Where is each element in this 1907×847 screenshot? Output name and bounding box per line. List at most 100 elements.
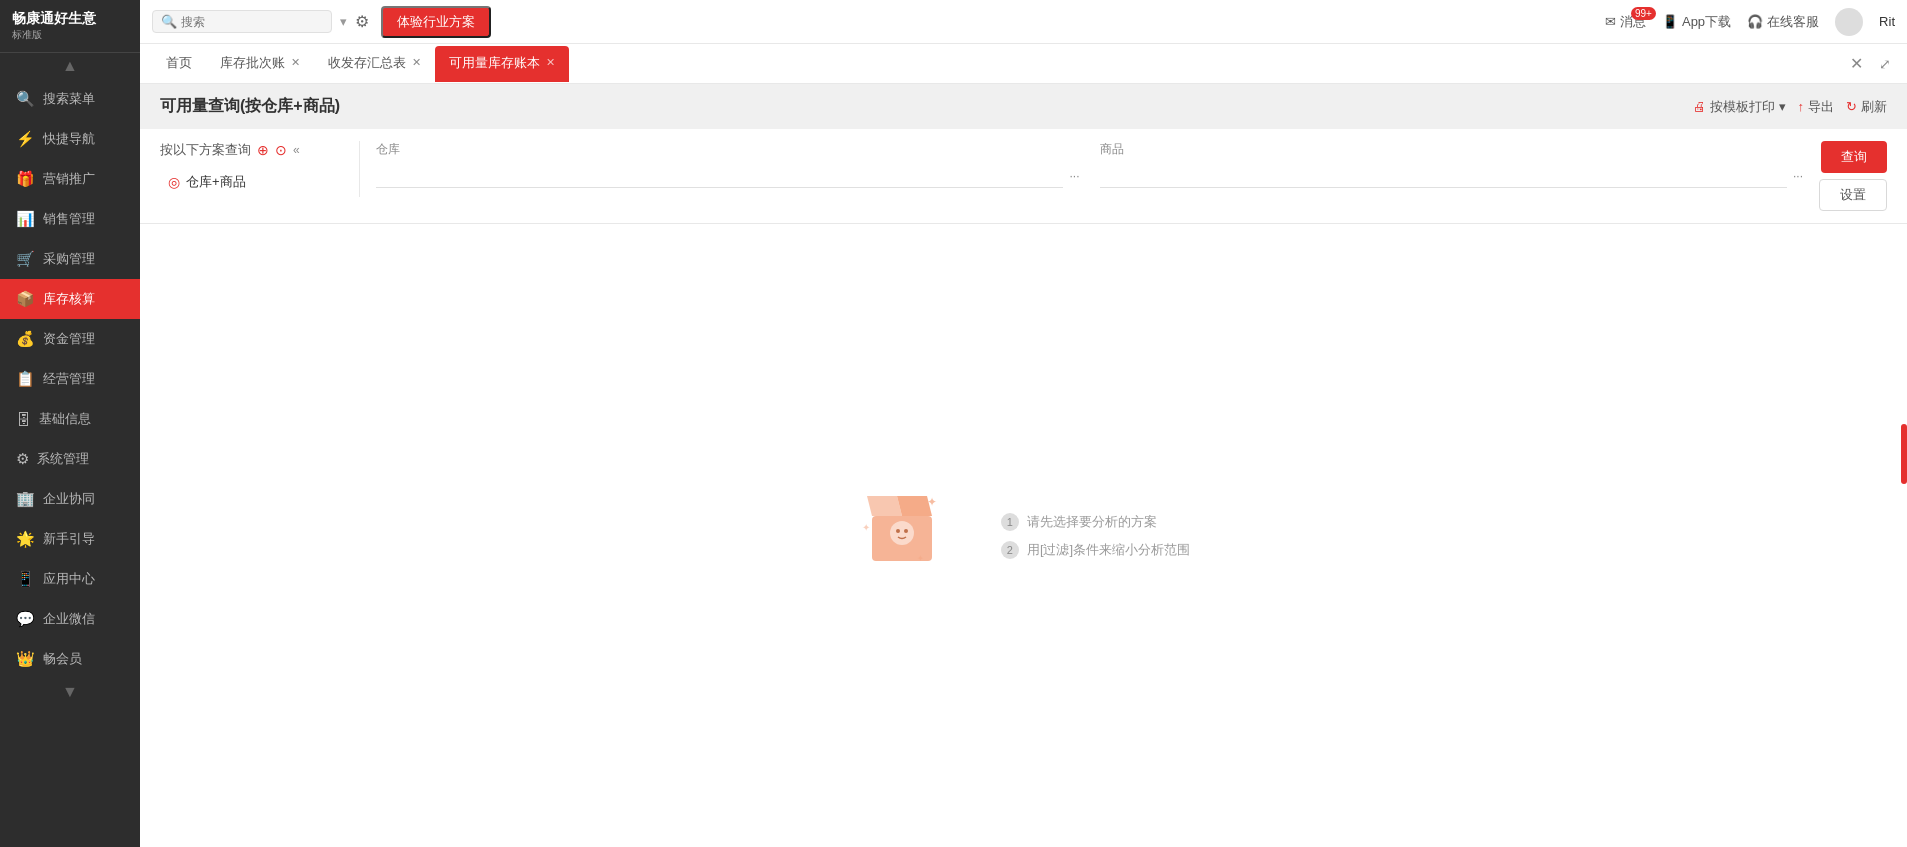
sidebar-item-enterprise[interactable]: 🏢 企业协同 xyxy=(0,479,140,519)
tab-deposit-summary[interactable]: 收发存汇总表 ✕ xyxy=(314,46,435,82)
product-input[interactable] xyxy=(1100,164,1787,188)
sidebar-item-search[interactable]: 🔍 搜索菜单 xyxy=(0,79,140,119)
tab-label-available-stock: 可用量库存账本 xyxy=(449,54,540,72)
sidebar-label-basics: 基础信息 xyxy=(39,410,91,428)
query-scheme-panel: 按以下方案查询 ⊕ ⊙ « ◎ 仓库+商品 xyxy=(160,141,360,197)
sidebar-item-wechat[interactable]: 💬 企业微信 xyxy=(0,599,140,639)
close-tab-batch-account[interactable]: ✕ xyxy=(291,56,300,69)
query-fields: 仓库 ··· 商品 ··· xyxy=(376,141,1803,188)
tab-home[interactable]: 首页 xyxy=(152,46,206,82)
sidebar-item-quick-nav[interactable]: ⚡ 快捷导航 xyxy=(0,119,140,159)
app-title: 畅康通好生意 xyxy=(12,10,128,28)
online-service-btn[interactable]: 🎧 在线客服 xyxy=(1747,13,1819,31)
refresh-btn[interactable]: ↻ 刷新 xyxy=(1846,98,1887,116)
field-warehouse-label: 仓库 xyxy=(376,141,1080,158)
query-actions: 查询 设置 xyxy=(1819,141,1887,211)
sidebar: 畅康通好生意 标准版 ▲ 🔍 搜索菜单 ⚡ 快捷导航 🎁 营销推广 📊 销售管理… xyxy=(0,0,140,847)
scroll-up-icon[interactable]: ▲ xyxy=(62,57,78,75)
search-dropdown-icon[interactable]: ▾ xyxy=(340,14,347,29)
svg-point-3 xyxy=(890,521,914,545)
empty-state: ✦ ✦ ✦ 1 请先选择要分析的方案 2 用[过滤]条件来缩小分析范围 xyxy=(140,224,1907,847)
sidebar-item-operations[interactable]: 📋 经营管理 xyxy=(0,359,140,399)
scroll-down-icon[interactable]: ▼ xyxy=(62,683,78,701)
query-btn[interactable]: 查询 xyxy=(1821,141,1887,173)
scheme-header-label: 按以下方案查询 xyxy=(160,141,251,159)
product-more-btn[interactable]: ··· xyxy=(1793,169,1803,183)
sidebar-icon-member: 👑 xyxy=(16,650,35,668)
sidebar-label-system: 系统管理 xyxy=(37,450,89,468)
sidebar-icon-basics: 🗄 xyxy=(16,411,31,428)
collapse-panel-icon[interactable]: « xyxy=(293,143,300,157)
sidebar-item-sales[interactable]: 📊 销售管理 xyxy=(0,199,140,239)
svg-text:✦: ✦ xyxy=(927,495,937,509)
message-icon: ✉ xyxy=(1605,14,1616,29)
print-dropdown-icon[interactable]: ▾ xyxy=(1779,99,1786,114)
field-product: 商品 ··· xyxy=(1100,141,1804,188)
sidebar-item-system[interactable]: ⚙ 系统管理 xyxy=(0,439,140,479)
search-box[interactable]: 🔍 xyxy=(152,10,332,33)
sidebar-item-inventory[interactable]: 📦 库存核算 xyxy=(0,279,140,319)
close-tab-btn[interactable]: ✕ xyxy=(1846,50,1867,77)
print-label: 按模板打印 xyxy=(1710,98,1775,116)
sidebar-logo: 畅康通好生意 标准版 xyxy=(0,0,140,53)
field-warehouse: 仓库 ··· xyxy=(376,141,1080,188)
search-input[interactable] xyxy=(181,15,321,29)
hint-text-2: 用[过滤]条件来缩小分析范围 xyxy=(1027,541,1190,559)
tab-batch-account[interactable]: 库存批次账 ✕ xyxy=(206,46,314,82)
expand-btn[interactable]: ⤢ xyxy=(1875,52,1895,76)
scroll-down-area: ▼ xyxy=(0,679,140,705)
settings-icon[interactable]: ⚙ xyxy=(355,12,369,31)
export-icon: ↑ xyxy=(1798,99,1805,114)
sidebar-icon-operations: 📋 xyxy=(16,370,35,388)
hint-text-1: 请先选择要分析的方案 xyxy=(1027,513,1157,531)
settings-scheme-icon[interactable]: ⊙ xyxy=(275,142,287,158)
user-avatar[interactable] xyxy=(1835,8,1863,36)
scheme-item-warehouse-product[interactable]: ◎ 仓库+商品 xyxy=(160,167,347,197)
app-download-label: App下载 xyxy=(1682,13,1731,31)
right-scroll-indicator[interactable] xyxy=(1901,424,1907,484)
sidebar-icon-app-center: 📱 xyxy=(16,570,35,588)
online-service-label: 在线客服 xyxy=(1767,13,1819,31)
sidebar-label-marketing: 营销推广 xyxy=(43,170,95,188)
svg-text:✦: ✦ xyxy=(862,522,870,533)
sidebar-label-quick-nav: 快捷导航 xyxy=(43,130,95,148)
tab-label-batch-account: 库存批次账 xyxy=(220,54,285,72)
sidebar-label-app-center: 应用中心 xyxy=(43,570,95,588)
page-title: 可用量查询(按仓库+商品) xyxy=(160,96,340,117)
sidebar-label-purchase: 采购管理 xyxy=(43,250,95,268)
query-scheme-header: 按以下方案查询 ⊕ ⊙ « xyxy=(160,141,347,159)
sidebar-nav: ▲ 🔍 搜索菜单 ⚡ 快捷导航 🎁 营销推广 📊 销售管理 🛒 采购管理 📦 库… xyxy=(0,53,140,847)
add-scheme-icon[interactable]: ⊕ xyxy=(257,142,269,158)
tab-label-deposit-summary: 收发存汇总表 xyxy=(328,54,406,72)
tab-available-stock[interactable]: 可用量库存账本 ✕ xyxy=(435,46,569,82)
close-tab-deposit-summary[interactable]: ✕ xyxy=(412,56,421,69)
page-header: 可用量查询(按仓库+商品) 🖨 按模板打印 ▾ ↑ 导出 ↻ 刷新 xyxy=(140,84,1907,129)
messages-btn[interactable]: ✉ 消息 99+ xyxy=(1605,13,1646,31)
field-product-input-row: ··· xyxy=(1100,164,1804,188)
app-download-btn[interactable]: 📱 App下载 xyxy=(1662,13,1731,31)
tabs-bar: 首页 库存批次账 ✕ 收发存汇总表 ✕ 可用量库存账本 ✕ ✕ ⤢ xyxy=(140,44,1907,84)
refresh-label: 刷新 xyxy=(1861,98,1887,116)
sidebar-label-operations: 经营管理 xyxy=(43,370,95,388)
print-btn[interactable]: 🖨 按模板打印 ▾ xyxy=(1693,98,1786,116)
warehouse-more-btn[interactable]: ··· xyxy=(1069,169,1079,183)
sidebar-label-enterprise: 企业协同 xyxy=(43,490,95,508)
close-tab-available-stock[interactable]: ✕ xyxy=(546,56,555,69)
sidebar-item-member[interactable]: 👑 畅会员 xyxy=(0,639,140,679)
export-btn[interactable]: ↑ 导出 xyxy=(1798,98,1835,116)
sidebar-item-marketing[interactable]: 🎁 营销推广 xyxy=(0,159,140,199)
warehouse-input[interactable] xyxy=(376,164,1063,188)
sidebar-item-purchase[interactable]: 🛒 采购管理 xyxy=(0,239,140,279)
topbar: 🔍 ▾ ⚙ 体验行业方案 ✉ 消息 99+ 📱 App下载 🎧 在线客服 Rit xyxy=(140,0,1907,44)
sidebar-item-app-center[interactable]: 📱 应用中心 xyxy=(0,559,140,599)
sidebar-item-finance[interactable]: 💰 资金管理 xyxy=(0,319,140,359)
tab-label-home: 首页 xyxy=(166,54,192,72)
query-area: 按以下方案查询 ⊕ ⊙ « ◎ 仓库+商品 仓库 ··· xyxy=(140,129,1907,224)
sidebar-item-guide[interactable]: 🌟 新手引导 xyxy=(0,519,140,559)
empty-illustration: ✦ ✦ ✦ xyxy=(857,476,977,596)
sidebar-item-basics[interactable]: 🗄 基础信息 xyxy=(0,399,140,439)
trial-btn[interactable]: 体验行业方案 xyxy=(381,6,491,38)
messages-badge: 99+ xyxy=(1631,7,1656,20)
sidebar-icon-enterprise: 🏢 xyxy=(16,490,35,508)
settings-btn[interactable]: 设置 xyxy=(1819,179,1887,211)
